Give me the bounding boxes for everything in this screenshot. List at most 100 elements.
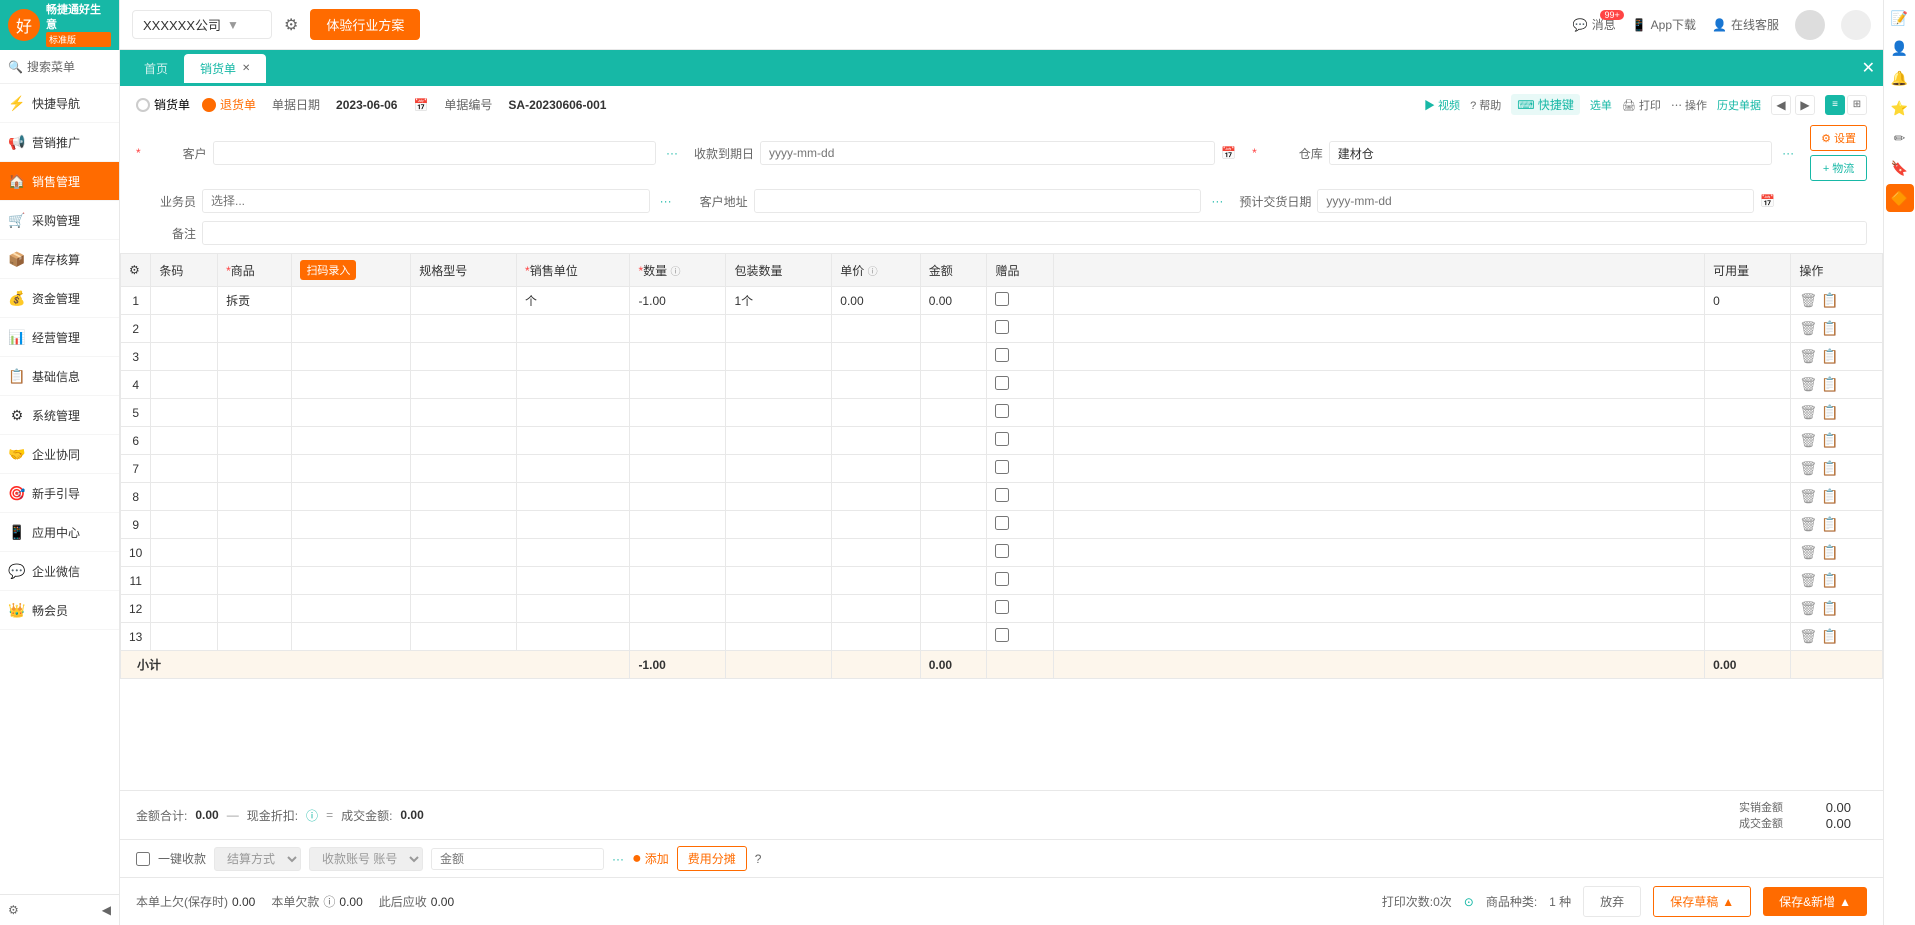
- trial-button[interactable]: 体验行业方案: [310, 9, 420, 40]
- sidebar-item-member[interactable]: 👑 畅会员: [0, 591, 119, 630]
- sidebar-item-guide[interactable]: 🎯 新手引导: [0, 474, 119, 513]
- copy-row-button[interactable]: 📋: [1821, 544, 1838, 561]
- right-panel-edit[interactable]: ✏: [1886, 124, 1914, 152]
- sidebar-item-system[interactable]: ⚙ 系统管理: [0, 396, 119, 435]
- cell-amount[interactable]: 0.00: [920, 287, 987, 315]
- copy-row-button[interactable]: 📋: [1821, 320, 1838, 337]
- select-action[interactable]: 选单: [1590, 97, 1612, 113]
- copy-row-button[interactable]: 📋: [1821, 348, 1838, 365]
- expected-delivery-input[interactable]: [1317, 189, 1754, 213]
- right-panel-bookmark[interactable]: 🔖: [1886, 154, 1914, 182]
- delete-row-button[interactable]: 🗑: [1799, 376, 1817, 393]
- sidebar-item-sales[interactable]: 🏠 销售管理: [0, 162, 119, 201]
- cell-qty[interactable]: -1.00: [630, 287, 726, 315]
- delete-row-button[interactable]: 🗑: [1799, 320, 1817, 337]
- doc-debt-info-icon[interactable]: ⓘ: [323, 893, 335, 910]
- copy-row-button[interactable]: 📋: [1821, 628, 1838, 645]
- delete-row-button[interactable]: 🗑: [1799, 628, 1817, 645]
- copy-row-button[interactable]: 📋: [1821, 600, 1838, 617]
- save-new-button[interactable]: 保存&新增 ▲: [1763, 887, 1867, 916]
- tabbar-close-button[interactable]: ✕: [1862, 58, 1875, 78]
- right-panel-notes[interactable]: 📝: [1886, 4, 1914, 32]
- expense-split-button[interactable]: 费用分摊: [677, 846, 747, 871]
- one-click-pay-checkbox[interactable]: [136, 852, 150, 866]
- sidebar-item-operations[interactable]: 📊 经营管理: [0, 318, 119, 357]
- settings-bottom-icon[interactable]: ⚙: [8, 903, 19, 917]
- right-panel-star[interactable]: ⭐: [1886, 94, 1914, 122]
- help-action[interactable]: ? 帮助: [1470, 97, 1501, 113]
- delete-row-button[interactable]: 🗑: [1799, 516, 1817, 533]
- warehouse-dots[interactable]: ···: [1782, 146, 1794, 160]
- copy-row-button[interactable]: 📋: [1821, 488, 1838, 505]
- delivery-calendar-icon[interactable]: 📅: [1760, 194, 1775, 208]
- sidebar-item-wechat[interactable]: 💬 企业微信: [0, 552, 119, 591]
- sidebar-item-finance[interactable]: 💰 资金管理: [0, 279, 119, 318]
- customer-address-dots[interactable]: ···: [1211, 194, 1223, 208]
- payment-date-input[interactable]: [760, 141, 1215, 165]
- tab-home[interactable]: 首页: [128, 54, 184, 83]
- warehouse-input[interactable]: [1329, 141, 1772, 165]
- shortcut-action[interactable]: ⌨ 快捷键: [1511, 94, 1580, 115]
- delete-row-button[interactable]: 🗑: [1799, 600, 1817, 617]
- sidebar-item-base-info[interactable]: 📋 基础信息: [0, 357, 119, 396]
- cell-unit-price[interactable]: 0.00: [832, 287, 920, 315]
- topbar-messages[interactable]: 💬 消息 99+: [1573, 16, 1616, 33]
- copy-row-button[interactable]: 📋: [1821, 432, 1838, 449]
- abandon-button[interactable]: 放弃: [1583, 886, 1641, 917]
- cell-barcode[interactable]: [151, 287, 218, 315]
- history-action[interactable]: 历史单据: [1717, 97, 1761, 113]
- tab-sales-order[interactable]: 销货单 ✕: [184, 54, 266, 83]
- delete-row-button[interactable]: 🗑: [1799, 348, 1817, 365]
- nav-next[interactable]: ▶: [1795, 95, 1815, 115]
- th-settings[interactable]: ⚙: [121, 254, 151, 287]
- scan-button[interactable]: 扫码录入: [300, 260, 356, 280]
- notes-input[interactable]: [202, 221, 1867, 245]
- settings-button[interactable]: ⚙ 设置: [1810, 125, 1867, 151]
- sidebar-item-app-center[interactable]: 📱 应用中心: [0, 513, 119, 552]
- calendar-icon[interactable]: 📅: [413, 98, 428, 112]
- view-list-btn[interactable]: ≡: [1825, 95, 1845, 115]
- print-count-info-icon[interactable]: ⊙: [1464, 895, 1474, 909]
- copy-row-button[interactable]: 📋: [1821, 376, 1838, 393]
- copy-row-button[interactable]: 📋: [1821, 404, 1838, 421]
- salesperson-dots[interactable]: ···: [660, 194, 672, 208]
- pay-method-select[interactable]: 结算方式: [214, 847, 301, 871]
- expense-info-icon[interactable]: ?: [755, 852, 762, 866]
- sidebar-item-quick-nav[interactable]: ⚡ 快捷导航: [0, 84, 119, 123]
- pay-dots[interactable]: ···: [612, 852, 624, 866]
- view-grid-btn[interactable]: ⊞: [1847, 95, 1867, 115]
- collapse-icon[interactable]: ◀: [102, 903, 111, 917]
- radio-return-order[interactable]: 退货单: [202, 96, 256, 113]
- cell-spec[interactable]: [411, 287, 517, 315]
- copy-row-button[interactable]: 📋: [1821, 516, 1838, 533]
- salesperson-input[interactable]: [202, 189, 650, 213]
- copy-row-button[interactable]: 📋: [1821, 292, 1838, 309]
- delete-row-button[interactable]: 🗑: [1799, 460, 1817, 477]
- customer-address-input[interactable]: [754, 189, 1202, 213]
- video-action[interactable]: ▶ 视频: [1424, 97, 1460, 113]
- cell-unit[interactable]: 个: [517, 287, 630, 315]
- payment-date-calendar-icon[interactable]: 📅: [1221, 146, 1236, 160]
- sidebar-item-marketing[interactable]: 📢 营销推广: [0, 123, 119, 162]
- right-panel-bell[interactable]: 🔔: [1886, 64, 1914, 92]
- delete-row-button[interactable]: 🗑: [1799, 488, 1817, 505]
- user-avatar[interactable]: [1795, 10, 1825, 40]
- pay-add-button[interactable]: ● 添加: [632, 850, 669, 868]
- cell-pack-qty[interactable]: 1个: [726, 287, 832, 315]
- logistics-button[interactable]: + 物流: [1810, 155, 1867, 181]
- save-draft-button[interactable]: 保存草稿 ▲: [1653, 886, 1751, 917]
- copy-row-button[interactable]: 📋: [1821, 460, 1838, 477]
- pay-account-select[interactable]: 收款账号 账号: [309, 847, 423, 871]
- company-selector[interactable]: XXXXXX公司 ▼: [132, 10, 272, 39]
- discount-info-icon[interactable]: ⓘ: [306, 807, 318, 824]
- tab-close-icon[interactable]: ✕: [242, 63, 250, 74]
- delete-row-button[interactable]: 🗑: [1799, 292, 1817, 309]
- print-action[interactable]: 🖨 打印: [1622, 97, 1661, 113]
- sidebar-item-enterprise[interactable]: 🤝 企业协同: [0, 435, 119, 474]
- topbar-settings-icon[interactable]: ⚙: [284, 15, 298, 35]
- operations-action[interactable]: ⋯ 操作: [1671, 97, 1707, 113]
- cell-gift[interactable]: [987, 287, 1054, 315]
- delete-row-button[interactable]: 🗑: [1799, 404, 1817, 421]
- topbar-online-service[interactable]: 👤 在线客服: [1712, 16, 1779, 33]
- sidebar-item-inventory[interactable]: 📦 库存核算: [0, 240, 119, 279]
